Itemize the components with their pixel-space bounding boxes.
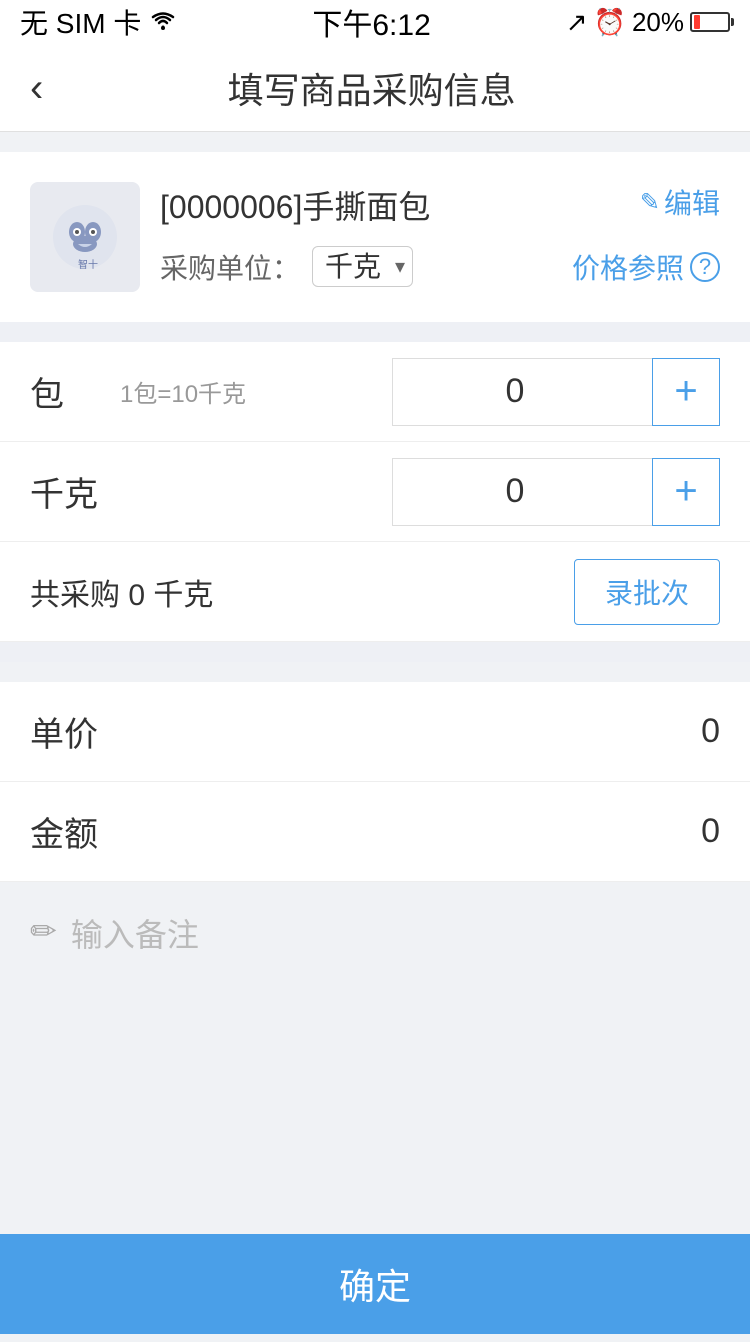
- edit-label: 编辑: [664, 182, 720, 222]
- qianke-plus-button[interactable]: +: [652, 458, 720, 526]
- confirm-button[interactable]: 确定: [0, 1234, 750, 1334]
- status-time: 下午6:12: [312, 0, 430, 44]
- price-row-unit: 单价 0: [0, 682, 750, 782]
- bao-plus-button[interactable]: +: [652, 358, 720, 426]
- bao-sublabel: 1包=10千克: [120, 374, 246, 409]
- product-name: [0000006]手撕面包: [160, 182, 430, 228]
- nav-bar: ‹ 填写商品采购信息: [0, 44, 750, 132]
- qianke-input-right: +: [392, 458, 720, 526]
- unit-select[interactable]: 千克 包 箱: [312, 246, 413, 287]
- product-unit-row: 采购单位： 千克 包 箱 价格参照 ?: [160, 246, 720, 287]
- sim-label: 无 SIM 卡: [20, 2, 141, 42]
- unit-select-wrapper[interactable]: 千克 包 箱: [312, 246, 413, 287]
- product-header: [0000006]手撕面包 ✎ 编辑: [160, 182, 720, 228]
- price-row-amount: 金额 0: [0, 782, 750, 882]
- input-row-qianke: 千克 +: [0, 442, 750, 542]
- record-batch-button[interactable]: 录批次: [574, 559, 720, 625]
- qianke-quantity-input[interactable]: [392, 458, 652, 526]
- bao-input-right: +: [392, 358, 720, 426]
- edit-icon: ✎: [640, 188, 660, 217]
- summary-row: 共采购 0 千克 录批次: [0, 542, 750, 642]
- product-card: 智十 [0000006]手撕面包 ✎ 编辑 采购单位： 千克 包 箱 价格参照 …: [0, 152, 750, 322]
- product-info: [0000006]手撕面包 ✎ 编辑 采购单位： 千克 包 箱 价格参照 ?: [160, 182, 720, 287]
- battery-percent: 20%: [632, 7, 684, 38]
- unit-price-value: 0: [701, 712, 720, 751]
- section-divider-1: [0, 322, 750, 342]
- product-image: 智十: [30, 182, 140, 292]
- price-ref-label: 价格参照: [572, 247, 684, 287]
- status-left: 无 SIM 卡: [20, 2, 177, 42]
- input-section: 包 1包=10千克 + 千克 +: [0, 342, 750, 542]
- wifi-icon: [149, 6, 177, 38]
- qianke-label: 千克: [30, 467, 110, 516]
- bao-label: 包: [30, 367, 110, 416]
- amount-value: 0: [701, 812, 720, 851]
- back-button[interactable]: ‹: [30, 68, 43, 108]
- status-bar: 无 SIM 卡 下午6:12 ↗ ⏰ 20%: [0, 0, 750, 44]
- page-title: 填写商品采购信息: [63, 62, 680, 114]
- help-icon: ?: [690, 252, 720, 282]
- notes-placeholder: 输入备注: [71, 910, 199, 956]
- pencil-icon: ✏: [30, 912, 57, 950]
- section-divider-2: [0, 642, 750, 662]
- summary-text: 共采购 0 千克: [30, 570, 213, 614]
- notes-section[interactable]: ✏ 输入备注: [0, 882, 750, 1242]
- amount-label: 金额: [30, 807, 98, 856]
- alarm-icon: ⏰: [594, 7, 626, 38]
- unit-price-label: 单价: [30, 707, 98, 756]
- bao-quantity-input[interactable]: [392, 358, 652, 426]
- svg-text:智十: 智十: [78, 258, 98, 271]
- edit-button[interactable]: ✎ 编辑: [640, 182, 720, 222]
- price-section: 单价 0 金额 0: [0, 682, 750, 882]
- unit-label: 采购单位：: [160, 247, 300, 287]
- status-right: ↗ ⏰ 20%: [566, 7, 730, 38]
- location-icon: ↗: [566, 7, 588, 38]
- input-row-bao: 包 1包=10千克 +: [0, 342, 750, 442]
- battery-icon: [690, 12, 730, 32]
- price-ref-button[interactable]: 价格参照 ?: [572, 247, 720, 287]
